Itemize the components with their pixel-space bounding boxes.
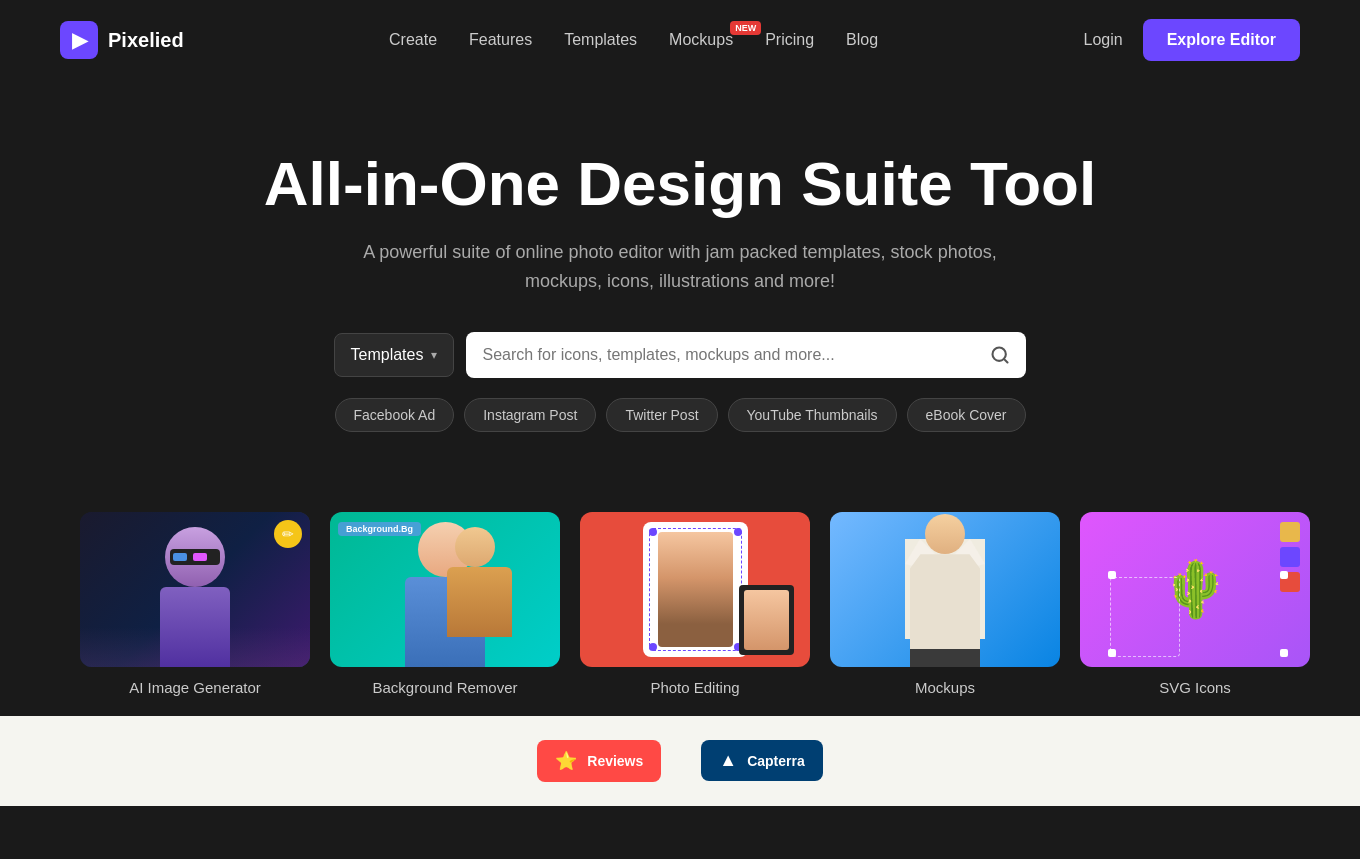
tags-section: Facebook Ad Instagram Post Twitter Post … [20, 398, 1340, 432]
capterra-badge: ▲ Capterra [701, 740, 822, 781]
star-icon: ⭐ [555, 750, 577, 772]
chevron-down-icon: ▾ [431, 348, 437, 362]
search-type-dropdown[interactable]: Templates ▾ [334, 333, 455, 377]
navbar: ▶ Pixelied Create Features Templates Moc… [0, 0, 1360, 80]
card-ai-image-generator[interactable]: ✏ AI Image Generator [80, 512, 310, 696]
selection-border [1110, 577, 1180, 657]
nav-pricing[interactable]: Pricing [765, 31, 814, 48]
card-mockup-label: Mockups [830, 679, 1060, 696]
explore-editor-button[interactable]: Explore Editor [1143, 19, 1300, 61]
nav-mockups[interactable]: Mockups [669, 31, 733, 48]
card-bg-label: Background Remover [330, 679, 560, 696]
tag-instagram-post[interactable]: Instagram Post [464, 398, 596, 432]
card-mockup-image: pattern [830, 512, 1060, 667]
card-svg-label: SVG Icons [1080, 679, 1310, 696]
card-background-remover[interactable]: Background.Bg ✓ Background Remover [330, 512, 560, 696]
search-box [466, 332, 1026, 378]
card-svg-image: 🌵 [1080, 512, 1310, 667]
card-photo-label: Photo Editing [580, 679, 810, 696]
card-photo-image [580, 512, 810, 667]
color-palette [1280, 522, 1300, 592]
logo-link[interactable]: ▶ Pixelied [60, 21, 184, 59]
capterra-icon: ▲ [719, 750, 737, 771]
search-dropdown-label: Templates [351, 346, 424, 364]
nav-right: Login Explore Editor [1083, 19, 1300, 61]
feature-cards: ✏ AI Image Generator [0, 512, 1360, 696]
handle-tr [1280, 649, 1288, 657]
handle-bl [1108, 571, 1116, 579]
search-input[interactable] [482, 332, 990, 378]
nav-blog[interactable]: Blog [846, 31, 878, 48]
handle-tl [1108, 649, 1116, 657]
tag-facebook-ad[interactable]: Facebook Ad [335, 398, 455, 432]
logo-text: Pixelied [108, 29, 184, 52]
nav-templates[interactable]: Templates [564, 31, 637, 48]
nav-create[interactable]: Create [389, 31, 437, 48]
card-ai-label: AI Image Generator [80, 679, 310, 696]
tag-ebook-cover[interactable]: eBook Cover [907, 398, 1026, 432]
card-svg-icons[interactable]: 🌵 SVG Icons [1080, 512, 1310, 696]
tag-youtube-thumbnails[interactable]: YouTube Thumbnails [728, 398, 897, 432]
card-mockups[interactable]: pattern Mockups [830, 512, 1060, 696]
reviews-label: Reviews [587, 753, 643, 769]
hero-section: All-in-One Design Suite Tool A powerful … [0, 80, 1360, 512]
magic-wand-icon: ✏ [274, 520, 302, 548]
nav-links: Create Features Templates Mockups NEW Pr… [389, 31, 878, 49]
login-button[interactable]: Login [1083, 31, 1122, 49]
card-bg-image: Background.Bg ✓ [330, 512, 560, 667]
capterra-label: Capterra [747, 753, 805, 769]
tag-twitter-post[interactable]: Twitter Post [606, 398, 717, 432]
bottom-band: ⭐ Reviews ▲ Capterra [0, 716, 1360, 806]
search-icon [990, 345, 1010, 365]
nav-features[interactable]: Features [469, 31, 532, 48]
card-photo-editing[interactable]: Photo Editing [580, 512, 810, 696]
handle-br [1280, 571, 1288, 579]
search-section: Templates ▾ [20, 332, 1340, 378]
hero-subtitle: A powerful suite of online photo editor … [360, 238, 1000, 296]
search-button[interactable] [990, 345, 1010, 365]
reviews-badge: ⭐ Reviews [537, 740, 661, 782]
svg-line-1 [1004, 359, 1008, 363]
hero-title: All-in-One Design Suite Tool [20, 150, 1340, 218]
card-ai-image: ✏ [80, 512, 310, 667]
new-badge: NEW [730, 21, 761, 35]
logo-icon: ▶ [60, 21, 98, 59]
